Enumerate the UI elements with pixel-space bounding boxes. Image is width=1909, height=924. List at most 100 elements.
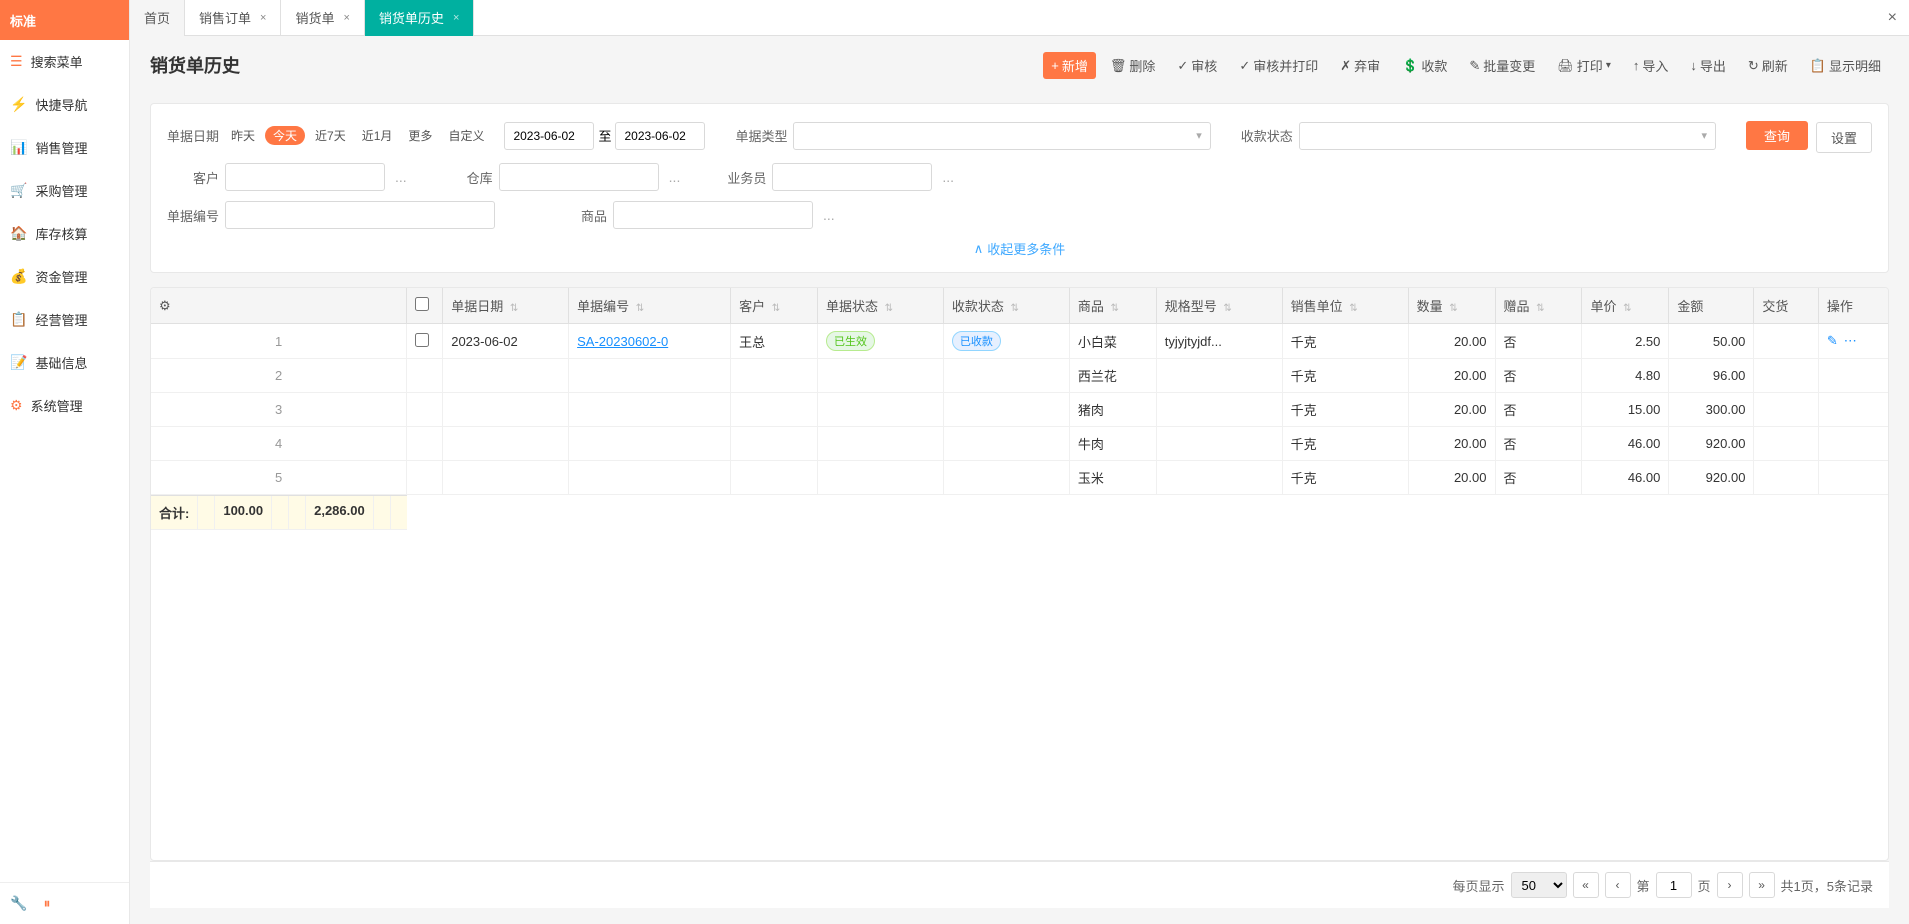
date-btn-today[interactable]: 今天 xyxy=(265,126,305,145)
approve-print-button[interactable]: ✓ 审核并打印 xyxy=(1231,52,1326,79)
page-number-input[interactable] xyxy=(1656,872,1692,898)
row-gift: 否 xyxy=(1495,359,1582,393)
col-gift[interactable]: 赠品 ⇅ xyxy=(1495,288,1582,324)
col-spec[interactable]: 规格型号 ⇅ xyxy=(1156,288,1282,324)
col-action: 操作 xyxy=(1818,288,1888,324)
col-doc-no[interactable]: 单据编号 ⇅ xyxy=(569,288,731,324)
date-btn-1month[interactable]: 近1月 xyxy=(356,126,399,145)
col-date[interactable]: 单据日期 ⇅ xyxy=(443,288,569,324)
sidebar-item-basic-info[interactable]: 📝 基础信息 xyxy=(0,341,129,384)
date-btn-custom[interactable]: 自定义 xyxy=(442,126,490,145)
sort-doc-no-icon: ⇅ xyxy=(636,303,644,314)
doc-status-badge: 已生效 xyxy=(826,331,875,351)
data-table-container: ⚙ 单据日期 ⇅ 单据编号 ⇅ xyxy=(150,287,1889,861)
query-button[interactable]: 查询 xyxy=(1746,121,1808,150)
batch-change-button[interactable]: ✎ 批量变更 xyxy=(1461,52,1543,79)
import-icon: ↑ xyxy=(1633,58,1640,73)
sidebar-item-search-menu[interactable]: ☰ 搜索菜单 xyxy=(0,40,129,83)
filter-collapse-btn[interactable]: ∧ 收起更多条件 xyxy=(167,239,1872,258)
customer-input[interactable] xyxy=(225,163,385,191)
collect-icon: 💲 xyxy=(1402,58,1418,74)
col-unit[interactable]: 销售单位 ⇅ xyxy=(1282,288,1408,324)
more-action-btn[interactable]: ⋯ xyxy=(1844,333,1857,349)
sidebar-item-purchase-mgmt[interactable]: 🛒 采购管理 xyxy=(0,169,129,212)
delete-button[interactable]: 🗑 删除 xyxy=(1102,52,1164,79)
print-button[interactable]: 🖨 打印 ▾ xyxy=(1549,52,1619,79)
tab-close-sales-history[interactable]: × xyxy=(453,12,459,24)
refresh-icon: ↻ xyxy=(1748,58,1759,74)
tab-close-sales-delivery[interactable]: × xyxy=(343,12,349,24)
sort-goods-icon: ⇅ xyxy=(1110,303,1118,314)
tab-label: 首页 xyxy=(144,8,170,27)
sidebar-item-system-mgmt[interactable]: ⚙ 系统管理 xyxy=(0,384,129,427)
warehouse-input[interactable] xyxy=(499,163,659,191)
col-price[interactable]: 单价 ⇅ xyxy=(1582,288,1669,324)
row-checkbox[interactable] xyxy=(415,333,429,347)
sidebar-item-operation[interactable]: 📋 经营管理 xyxy=(0,298,129,341)
sidebar-bottom-settings[interactable]: 🔧 ⏸ xyxy=(0,883,129,924)
sidebar-item-finance[interactable]: 💰 资金管理 xyxy=(0,255,129,298)
date-from-input[interactable] xyxy=(504,122,594,150)
tab-close-sales-order[interactable]: × xyxy=(260,12,266,24)
select-all-checkbox[interactable] xyxy=(415,297,429,311)
row-amount: 920.00 xyxy=(1669,427,1754,461)
tab-sales-delivery[interactable]: 销货单 × xyxy=(281,0,364,36)
doc-no-link[interactable]: SA-20230602-0 xyxy=(577,334,668,349)
col-goods[interactable]: 商品 ⇅ xyxy=(1069,288,1156,324)
first-page-button[interactable]: « xyxy=(1573,872,1599,898)
sidebar-item-sales-mgmt[interactable]: 📊 销售管理 xyxy=(0,126,129,169)
approve-button[interactable]: ✓ 审核 xyxy=(1169,52,1225,79)
col-pay-status[interactable]: 收款状态 ⇅ xyxy=(943,288,1069,324)
sidebar-item-quick-nav[interactable]: ⚡ 快捷导航 xyxy=(0,83,129,126)
col-customer[interactable]: 客户 ⇅ xyxy=(731,288,818,324)
export-button[interactable]: ↓ 导出 xyxy=(1682,52,1734,79)
row-amount: 96.00 xyxy=(1669,359,1754,393)
goods-input[interactable] xyxy=(613,201,813,229)
summary-price xyxy=(289,496,306,530)
doc-no-input[interactable] xyxy=(225,201,495,229)
next-page-button[interactable]: › xyxy=(1717,872,1743,898)
new-button[interactable]: + 新增 xyxy=(1043,52,1096,79)
agent-input[interactable] xyxy=(772,163,932,191)
show-detail-button[interactable]: 📋 显示明细 xyxy=(1802,52,1889,79)
customer-label: 客户 xyxy=(167,168,219,187)
tab-sales-order[interactable]: 销售订单 × xyxy=(185,0,281,36)
sidebar-item-label: 销售管理 xyxy=(35,138,87,157)
col-doc-status[interactable]: 单据状态 ⇅ xyxy=(818,288,944,324)
pay-status-select[interactable]: ▾ xyxy=(1299,122,1716,150)
import-button[interactable]: ↑ 导入 xyxy=(1625,52,1677,79)
tab-home[interactable]: 首页 xyxy=(130,0,185,36)
row-price: 46.00 xyxy=(1582,461,1669,495)
col-settings[interactable]: ⚙ xyxy=(151,288,407,324)
warehouse-ellipsis[interactable]: ... xyxy=(665,169,685,185)
date-to-input[interactable] xyxy=(615,122,705,150)
tab-sales-history[interactable]: 销货单历史 × xyxy=(365,0,474,36)
print-icon: 🖨 xyxy=(1557,58,1574,74)
edit-action-btn[interactable]: ✎ xyxy=(1827,333,1838,349)
prev-page-button[interactable]: ‹ xyxy=(1605,872,1631,898)
goods-ellipsis[interactable]: ... xyxy=(819,207,839,223)
setting-button[interactable]: 设置 xyxy=(1816,122,1872,153)
collect-button[interactable]: 💲 收款 xyxy=(1394,52,1455,79)
row-price: 46.00 xyxy=(1582,427,1669,461)
col-quantity[interactable]: 数量 ⇅ xyxy=(1408,288,1495,324)
agent-ellipsis[interactable]: ... xyxy=(938,169,958,185)
doc-type-select[interactable]: ▾ xyxy=(793,122,1210,150)
date-btn-yesterday[interactable]: 昨天 xyxy=(225,126,261,145)
col-date-label: 单据日期 xyxy=(451,299,503,314)
sidebar-item-inventory[interactable]: 🏠 库存核算 xyxy=(0,212,129,255)
abandon-button[interactable]: ✗ 弃审 xyxy=(1332,52,1388,79)
customer-ellipsis[interactable]: ... xyxy=(391,169,411,185)
agent-label: 业务员 xyxy=(714,168,766,187)
row-spec xyxy=(1156,359,1282,393)
row-date: 2023-06-02 xyxy=(443,324,569,359)
refresh-button[interactable]: ↻ 刷新 xyxy=(1740,52,1796,79)
filter-goods: 商品 ... xyxy=(555,201,839,229)
date-btn-7days[interactable]: 近7天 xyxy=(309,126,352,145)
per-page-select[interactable]: 50 100 xyxy=(1511,872,1567,898)
page-title: 销货单历史 xyxy=(150,52,240,78)
window-close-button[interactable]: × xyxy=(1876,9,1909,27)
last-page-button[interactable]: » xyxy=(1749,872,1775,898)
date-btn-more[interactable]: 更多 xyxy=(402,126,438,145)
table-settings-icon[interactable]: ⚙ xyxy=(159,298,171,313)
